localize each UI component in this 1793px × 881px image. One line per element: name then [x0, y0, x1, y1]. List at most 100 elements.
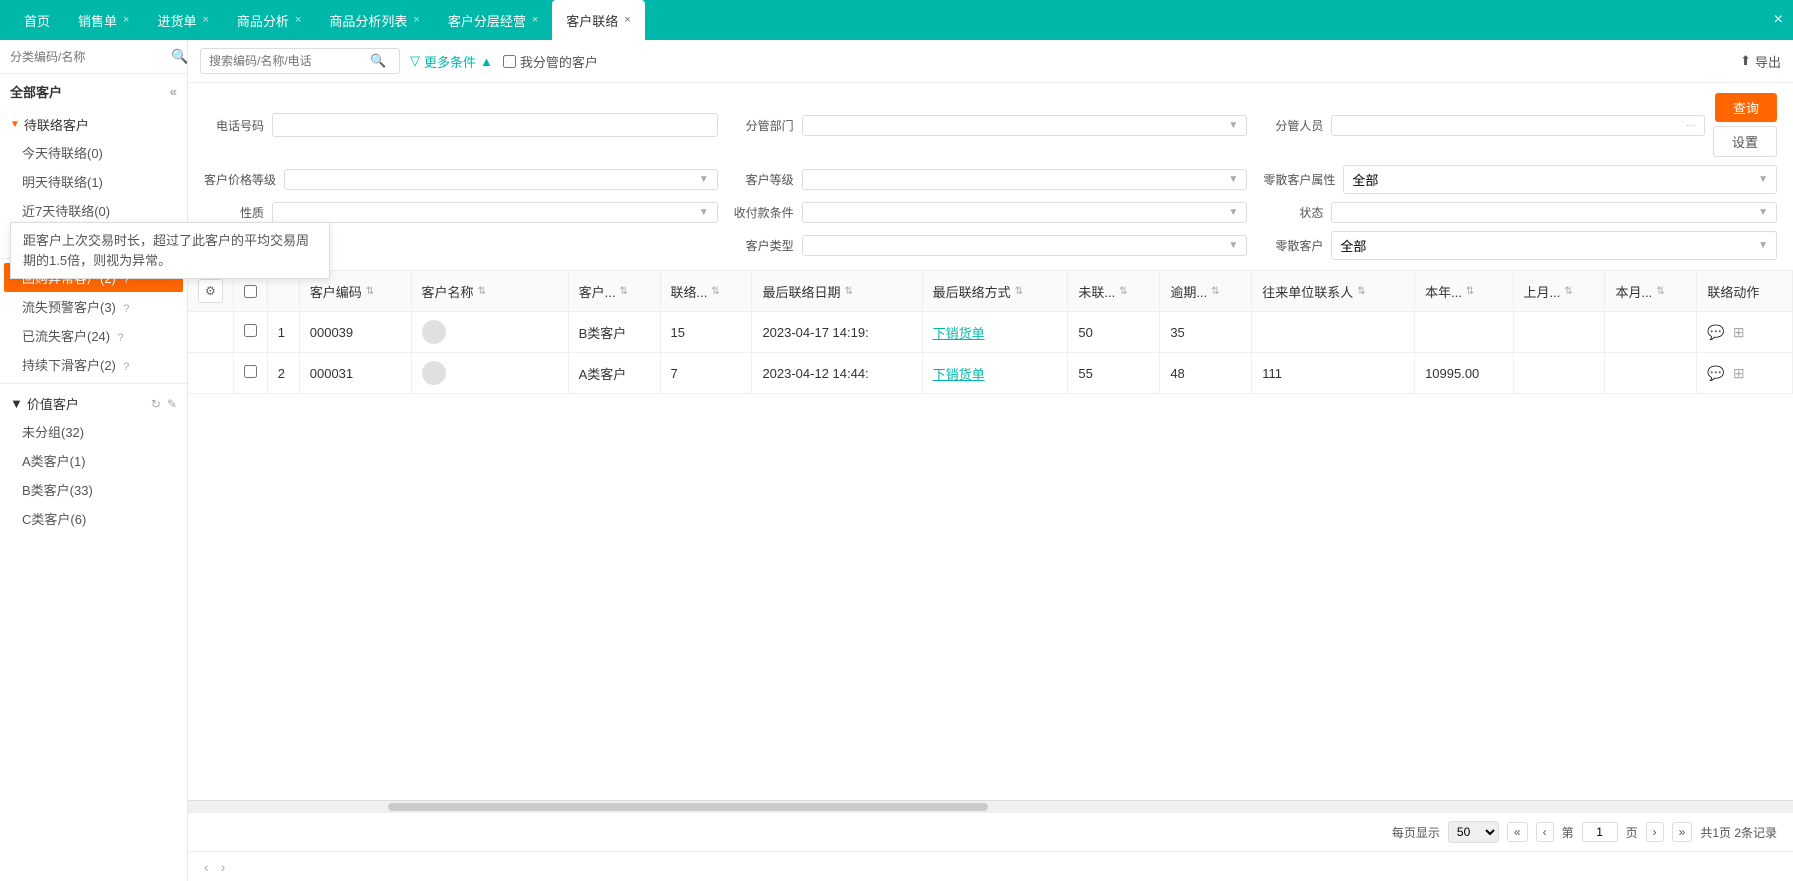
overdue-sort-icon[interactable]: ⇅ — [1211, 286, 1219, 297]
row1-name — [411, 312, 568, 353]
sidebar-search-input[interactable] — [10, 50, 165, 64]
value-customer-edit-icon[interactable]: ✎ — [167, 397, 177, 411]
this-month-sort-icon[interactable]: ⇅ — [1656, 286, 1664, 297]
first-page-button[interactable]: « — [1507, 822, 1528, 842]
customer-type-select[interactable]: ▼ — [802, 235, 1248, 256]
type-sort-icon[interactable]: ⇅ — [619, 286, 627, 297]
contact-sort-icon[interactable]: ⇅ — [711, 286, 719, 297]
customer-grade-arrow-icon: ▼ — [1228, 174, 1238, 185]
last-month-sort-icon[interactable]: ⇅ — [1564, 286, 1572, 297]
retail-attr-select[interactable]: 全部 ▼ — [1343, 165, 1777, 194]
sidebar-item-loss-warning[interactable]: 流失预警客户(3) ? — [0, 292, 187, 321]
customer-table: ⚙ 客户编码 ⇅ — [188, 271, 1793, 394]
prev-page-button[interactable]: ‹ — [1536, 822, 1554, 842]
sidebar-item-ungroup[interactable]: 未分组(32) — [0, 417, 187, 446]
last-date-sort-icon[interactable]: ⇅ — [844, 286, 852, 297]
retail-customer-select[interactable]: 全部 ▼ — [1331, 231, 1777, 260]
nature-select[interactable]: ▼ — [272, 202, 718, 223]
filter-search-icon[interactable]: 🔍 — [370, 53, 386, 69]
nav-purchase-close[interactable]: × — [202, 14, 208, 26]
sidebar-item-lost-customers[interactable]: 已流失客户(24) ? — [0, 321, 187, 350]
phone-input[interactable] — [272, 113, 718, 137]
last-page-button[interactable]: » — [1672, 822, 1693, 842]
filter-row-payment: 收付款条件 ▼ — [734, 202, 1248, 223]
code-sort-icon[interactable]: ⇅ — [366, 286, 374, 297]
customer-grade-label: 客户等级 — [734, 171, 794, 188]
payment-select[interactable]: ▼ — [802, 202, 1248, 223]
price-grade-select[interactable]: ▼ — [284, 169, 718, 190]
filter-search-input[interactable] — [209, 54, 364, 68]
lost-customers-info-icon[interactable]: ? — [117, 332, 123, 344]
query-button[interactable]: 查询 — [1715, 93, 1777, 122]
nav-customer-segment-close[interactable]: × — [532, 14, 538, 26]
per-page-select[interactable]: 50 100 200 — [1448, 821, 1499, 843]
value-customer-refresh-icon[interactable]: ↻ — [151, 397, 161, 411]
nav-sales-close[interactable]: × — [123, 14, 129, 26]
row1-grid-icon[interactable]: ⊞ — [1733, 324, 1745, 341]
row2-select-checkbox[interactable] — [244, 365, 257, 378]
export-icon: ⬆ — [1740, 53, 1751, 69]
sidebar-item-b-class[interactable]: B类客户(33) — [0, 475, 187, 504]
select-all-checkbox[interactable] — [244, 285, 257, 298]
sidebar-value-customer-group[interactable]: ▼ 价值客户 ↻ ✎ — [0, 388, 187, 417]
row1-contact: 15 — [660, 312, 752, 353]
sidebar-item-7day-contact[interactable]: 近7天待联络(0) — [0, 196, 187, 225]
wait-contact-arrow-icon: ▼ — [10, 119, 20, 130]
row2-grid-icon[interactable]: ⊞ — [1733, 365, 1745, 382]
loss-warning-info-icon[interactable]: ? — [123, 303, 129, 315]
export-button[interactable]: ⬆ 导出 — [1740, 52, 1781, 71]
row2-chat-icon[interactable]: 💬 — [1707, 365, 1724, 382]
declining-info-icon[interactable]: ? — [123, 361, 129, 373]
window-close-icon[interactable]: × — [1774, 11, 1783, 29]
more-conditions-toggle[interactable]: ▽ 更多条件 ▲ — [410, 52, 493, 71]
sidebar-item-declining-customers[interactable]: 持续下滑客户(2) ? — [0, 350, 187, 379]
row1-last-method-link[interactable]: 下销货单 — [933, 326, 985, 341]
nav-purchase[interactable]: 进货单 × — [143, 0, 222, 40]
uncontacted-sort-icon[interactable]: ⇅ — [1119, 286, 1127, 297]
nav-product-analysis-list[interactable]: 商品分析列表 × — [315, 0, 433, 40]
sidebar-item-tomorrow-contact[interactable]: 明天待联络(1) — [0, 167, 187, 196]
this-year-sort-icon[interactable]: ⇅ — [1466, 286, 1474, 297]
row2-last-method: 下销货单 — [922, 353, 1068, 394]
status-select[interactable]: ▼ — [1331, 202, 1777, 223]
nav-customer-contact-close[interactable]: × — [624, 14, 630, 26]
dept-select[interactable]: ▼ — [802, 115, 1248, 136]
nav-product-analysis-list-close[interactable]: × — [413, 14, 419, 26]
nav-product-analysis[interactable]: 商品分析 × — [223, 0, 315, 40]
sidebar-item-a-class[interactable]: A类客户(1) — [0, 446, 187, 475]
row1-chat-icon[interactable]: 💬 — [1707, 324, 1724, 341]
scrollbar-thumb[interactable] — [388, 803, 988, 811]
status-label: 状态 — [1263, 204, 1323, 221]
nav-home[interactable]: 首页 — [10, 0, 64, 40]
my-customers-checkbox[interactable] — [503, 55, 516, 68]
bottom-nav-right-icon[interactable]: › — [215, 859, 232, 875]
next-page-button[interactable]: › — [1646, 822, 1664, 842]
th-last-month: 上月... ⇅ — [1513, 271, 1605, 312]
sidebar-item-c-class[interactable]: C类客户(6) — [0, 504, 187, 533]
nav-customer-contact[interactable]: 客户联络 × — [552, 0, 644, 40]
customer-grade-select[interactable]: ▼ — [802, 169, 1248, 190]
name-sort-icon[interactable]: ⇅ — [478, 286, 486, 297]
sidebar-collapse-icon[interactable]: « — [170, 84, 177, 99]
table-gear-button[interactable]: ⚙ — [198, 279, 223, 303]
sidebar-all-customers[interactable]: 全部客户 « — [0, 74, 187, 109]
manager-select[interactable]: ··· — [1331, 115, 1705, 136]
row2-last-method-link[interactable]: 下销货单 — [933, 367, 985, 382]
last-method-sort-icon[interactable]: ⇅ — [1015, 286, 1023, 297]
page-number-input[interactable] — [1582, 822, 1618, 842]
sidebar-wait-contact-group[interactable]: ▼ 待联络客户 — [0, 109, 187, 138]
nav-sales[interactable]: 销售单 × — [64, 0, 143, 40]
row1-select-checkbox[interactable] — [244, 324, 257, 337]
horizontal-scrollbar[interactable] — [188, 800, 1793, 812]
sidebar: 🔍 全部客户 « ▼ 待联络客户 今天待联络(0) 明天待联络(1) 近7天待联… — [0, 40, 188, 881]
filter-row-retail-customer: 零散客户 全部 ▼ — [1263, 231, 1777, 260]
nav-product-analysis-close[interactable]: × — [295, 14, 301, 26]
sidebar-item-today-contact[interactable]: 今天待联络(0) — [0, 138, 187, 167]
sidebar-search-icon[interactable]: 🔍 — [171, 48, 188, 65]
settings-button[interactable]: 设置 — [1713, 126, 1777, 157]
row1-type: B类客户 — [568, 312, 660, 353]
table-header-row: ⚙ 客户编码 ⇅ — [188, 271, 1793, 312]
bottom-nav-left-icon[interactable]: ‹ — [198, 859, 215, 875]
nav-customer-segment[interactable]: 客户分层经营 × — [434, 0, 552, 40]
unit-contact-sort-icon[interactable]: ⇅ — [1357, 286, 1365, 297]
